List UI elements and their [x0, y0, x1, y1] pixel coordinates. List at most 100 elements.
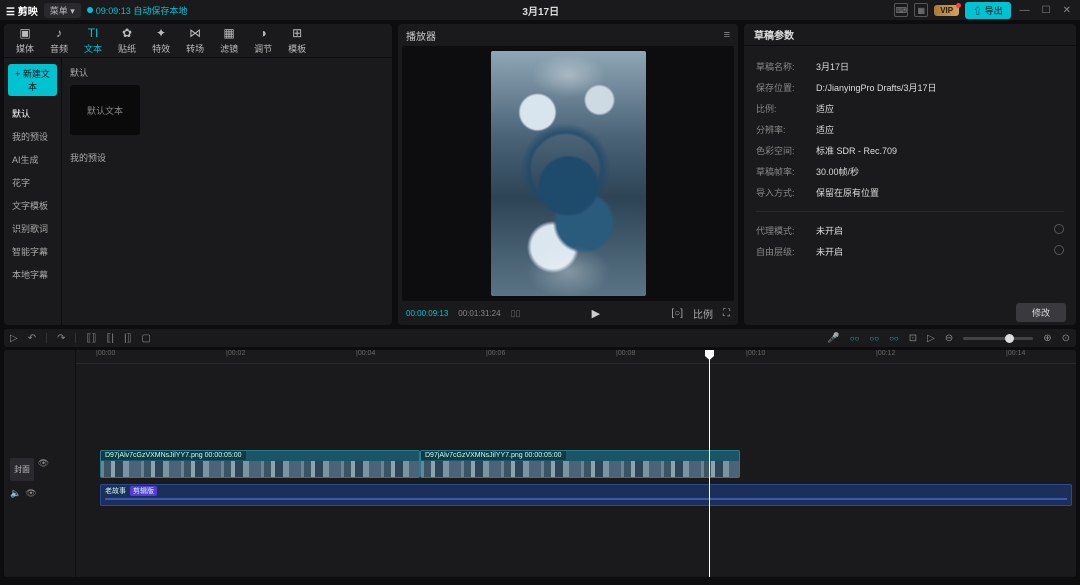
default-text-thumb[interactable]: 默认文本 — [70, 85, 140, 135]
video-track: D97jAlv7cGzVXMNsJilYY7.png 00:00:05:00 D… — [76, 450, 1076, 478]
undo-icon[interactable]: ↶ — [28, 333, 36, 344]
zoom-slider[interactable] — [963, 337, 1033, 340]
ratio-button[interactable]: 比例 — [693, 306, 713, 321]
link-3[interactable]: ○○ — [889, 334, 899, 343]
link-2[interactable]: ○○ — [869, 334, 879, 343]
redo-icon[interactable]: ↷ — [57, 333, 65, 344]
fullscreen-icon[interactable]: ⛶ — [723, 308, 730, 319]
cover-button[interactable]: 封面 — [10, 458, 34, 481]
timeline-main: ▢ 🔈 👁 封面 🔈 👁 |00:00 |00:02 |00:04 |00:06… — [4, 350, 1076, 577]
prop-key-layer: 自由层级: — [756, 245, 816, 258]
video-clip-2[interactable]: D97jAlv7cGzVXMNsJilYY7.png 00:00:05:00 — [420, 450, 740, 478]
video-clip-1[interactable]: D97jAlv7cGzVXMNsJilYY7.png 00:00:05:00 — [100, 450, 420, 478]
shortcut-icon[interactable]: ⌨ — [894, 3, 908, 17]
snap-icon[interactable]: ⊡ — [909, 333, 917, 344]
modify-button[interactable]: 修改 — [1016, 303, 1066, 322]
export-button[interactable]: ⇧ 导出 — [965, 2, 1011, 19]
tab-text[interactable]: TI文本 — [76, 24, 110, 57]
asset-tabs: ▣媒体 ♪音频 TI文本 ✿贴纸 ✦特效 ⋈转场 ▦滤镜 ◑调节 ⊞模板 — [4, 24, 392, 58]
prop-val-name: 3月17日 — [816, 60, 1064, 73]
delete-icon[interactable]: ▢ — [142, 333, 151, 344]
assets-panel: ▣媒体 ♪音频 TI文本 ✿贴纸 ✦特效 ⋈转场 ▦滤镜 ◑调节 ⊞模板 + 新… — [4, 24, 392, 325]
cut-left-icon[interactable]: ⟦| — [106, 333, 114, 344]
preview-area[interactable] — [402, 46, 734, 301]
time-ruler[interactable]: |00:00 |00:02 |00:04 |00:06 |00:08 |00:1… — [76, 350, 1076, 364]
tab-transition[interactable]: ⋈转场 — [178, 24, 212, 57]
prop-key-ratio: 比例: — [756, 102, 816, 115]
preview-render-icon[interactable]: ▷ — [927, 333, 935, 344]
tab-sticker[interactable]: ✿贴纸 — [110, 24, 144, 57]
timeline-tracks[interactable]: |00:00 |00:02 |00:04 |00:06 |00:08 |00:1… — [76, 350, 1076, 577]
maximize-icon[interactable]: ☐ — [1039, 5, 1054, 16]
subnav-presets[interactable]: 我的预设 — [4, 125, 61, 148]
tab-media[interactable]: ▣媒体 — [8, 24, 42, 57]
tab-audio[interactable]: ♪音频 — [42, 24, 76, 57]
titlebar: ☰ 剪映 菜单 ▾ 09:09:13 自动保存本地 3月17日 ⌨ ▦ VIP … — [0, 0, 1080, 20]
properties-panel: 草稿参数 草稿名称:3月17日 保存位置:D:/JianyingPro Draf… — [744, 24, 1076, 325]
subnav-lyrics[interactable]: 识别歌词 — [4, 217, 61, 240]
tab-effect[interactable]: ✦特效 — [144, 24, 178, 57]
text-icon: TI — [88, 26, 99, 40]
audio-track-controls: 🔈 👁 — [4, 488, 75, 499]
audio-hide-icon[interactable]: 👁 — [25, 488, 36, 499]
audio-track: 老故事剪辑版 — [76, 484, 1076, 506]
prop-val-layer: 未开启 — [816, 245, 1048, 258]
text-subnav: + 新建文本 默认 我的预设 AI生成 花字 文字模板 识别歌词 智能字幕 本地… — [4, 58, 62, 325]
effect-icon: ✦ — [156, 26, 166, 40]
prop-val-res: 适应 — [816, 123, 1064, 136]
zoom-in-icon[interactable]: ⊕ — [1043, 333, 1051, 344]
subnav-local[interactable]: 本地字幕 — [4, 263, 61, 286]
zoom-out-icon[interactable]: ⊖ — [945, 333, 953, 344]
prop-val-color: 标准 SDR - Rec.709 — [816, 144, 1064, 157]
prop-key-color: 色彩空间: — [756, 144, 816, 157]
tab-adjust[interactable]: ◑调节 — [246, 24, 280, 57]
prop-key-proxy: 代理模式: — [756, 224, 816, 237]
mic-icon[interactable]: 🎤 — [827, 333, 839, 344]
close-icon[interactable]: ✕ — [1060, 5, 1074, 16]
tab-template[interactable]: ⊞模板 — [280, 24, 314, 57]
adjust-icon: ◑ — [259, 26, 266, 40]
volume-bars-icon[interactable]: ▯▯ — [511, 308, 521, 319]
split-tool[interactable]: ⟦⟧ — [86, 333, 96, 344]
template-icon: ⊞ — [292, 26, 302, 40]
total-duration: 00:01:31:24 — [458, 309, 500, 318]
hide-icon[interactable]: 👁 — [38, 458, 49, 469]
layer-toggle[interactable] — [1054, 245, 1064, 255]
clip1-label: D97jAlv7cGzVXMNsJilYY7.png 00:00:05:00 — [101, 451, 246, 460]
proxy-toggle[interactable] — [1054, 224, 1064, 234]
zoom-fit-icon[interactable]: ⊙ — [1062, 333, 1070, 344]
minimize-icon[interactable]: — — [1017, 5, 1033, 16]
subnav-fancy[interactable]: 花字 — [4, 171, 61, 194]
player-panel: 播放器 ≡ 00:00:09:13 00:01:31:24 ▯▯ ▶ [○] 比… — [398, 24, 738, 325]
prop-key-path: 保存位置: — [756, 81, 816, 94]
pointer-tool[interactable]: ▷ — [10, 333, 18, 344]
tab-filter[interactable]: ▦滤镜 — [212, 24, 246, 57]
scale-icon[interactable]: [○] — [671, 308, 683, 319]
audio-clip[interactable]: 老故事剪辑版 — [100, 484, 1072, 506]
video-preview — [491, 51, 646, 296]
project-title: 3月17日 — [195, 3, 886, 18]
link-1[interactable]: ○○ — [850, 334, 860, 343]
layout-icon[interactable]: ▦ — [914, 3, 928, 17]
menu-dropdown[interactable]: 菜单 ▾ — [44, 3, 81, 18]
autosave-status: 09:09:13 自动保存本地 — [87, 4, 188, 17]
subnav-ai[interactable]: AI生成 — [4, 148, 61, 171]
vip-badge[interactable]: VIP — [934, 5, 959, 16]
player-title: 播放器 — [406, 28, 436, 43]
sticker-icon: ✿ — [122, 26, 132, 40]
playhead[interactable] — [709, 350, 710, 577]
subnav-default[interactable]: 默认 — [4, 102, 61, 125]
app-logo: ☰ 剪映 — [6, 3, 38, 18]
play-button[interactable]: ▶ — [530, 307, 661, 320]
new-text-button[interactable]: + 新建文本 — [8, 64, 57, 96]
player-menu-icon[interactable]: ≡ — [724, 29, 730, 41]
clip2-label: D97jAlv7cGzVXMNsJilYY7.png 00:00:05:00 — [421, 451, 566, 460]
cut-right-icon[interactable]: |⟧ — [124, 333, 132, 344]
subnav-captions[interactable]: 智能字幕 — [4, 240, 61, 263]
prop-key-import: 导入方式: — [756, 186, 816, 199]
audio-mute-icon[interactable]: 🔈 — [10, 488, 21, 499]
transition-icon: ⋈ — [189, 26, 201, 40]
subnav-template[interactable]: 文字模板 — [4, 194, 61, 217]
props-title: 草稿参数 — [744, 24, 1076, 46]
prop-val-import: 保留在原有位置 — [816, 186, 1064, 199]
